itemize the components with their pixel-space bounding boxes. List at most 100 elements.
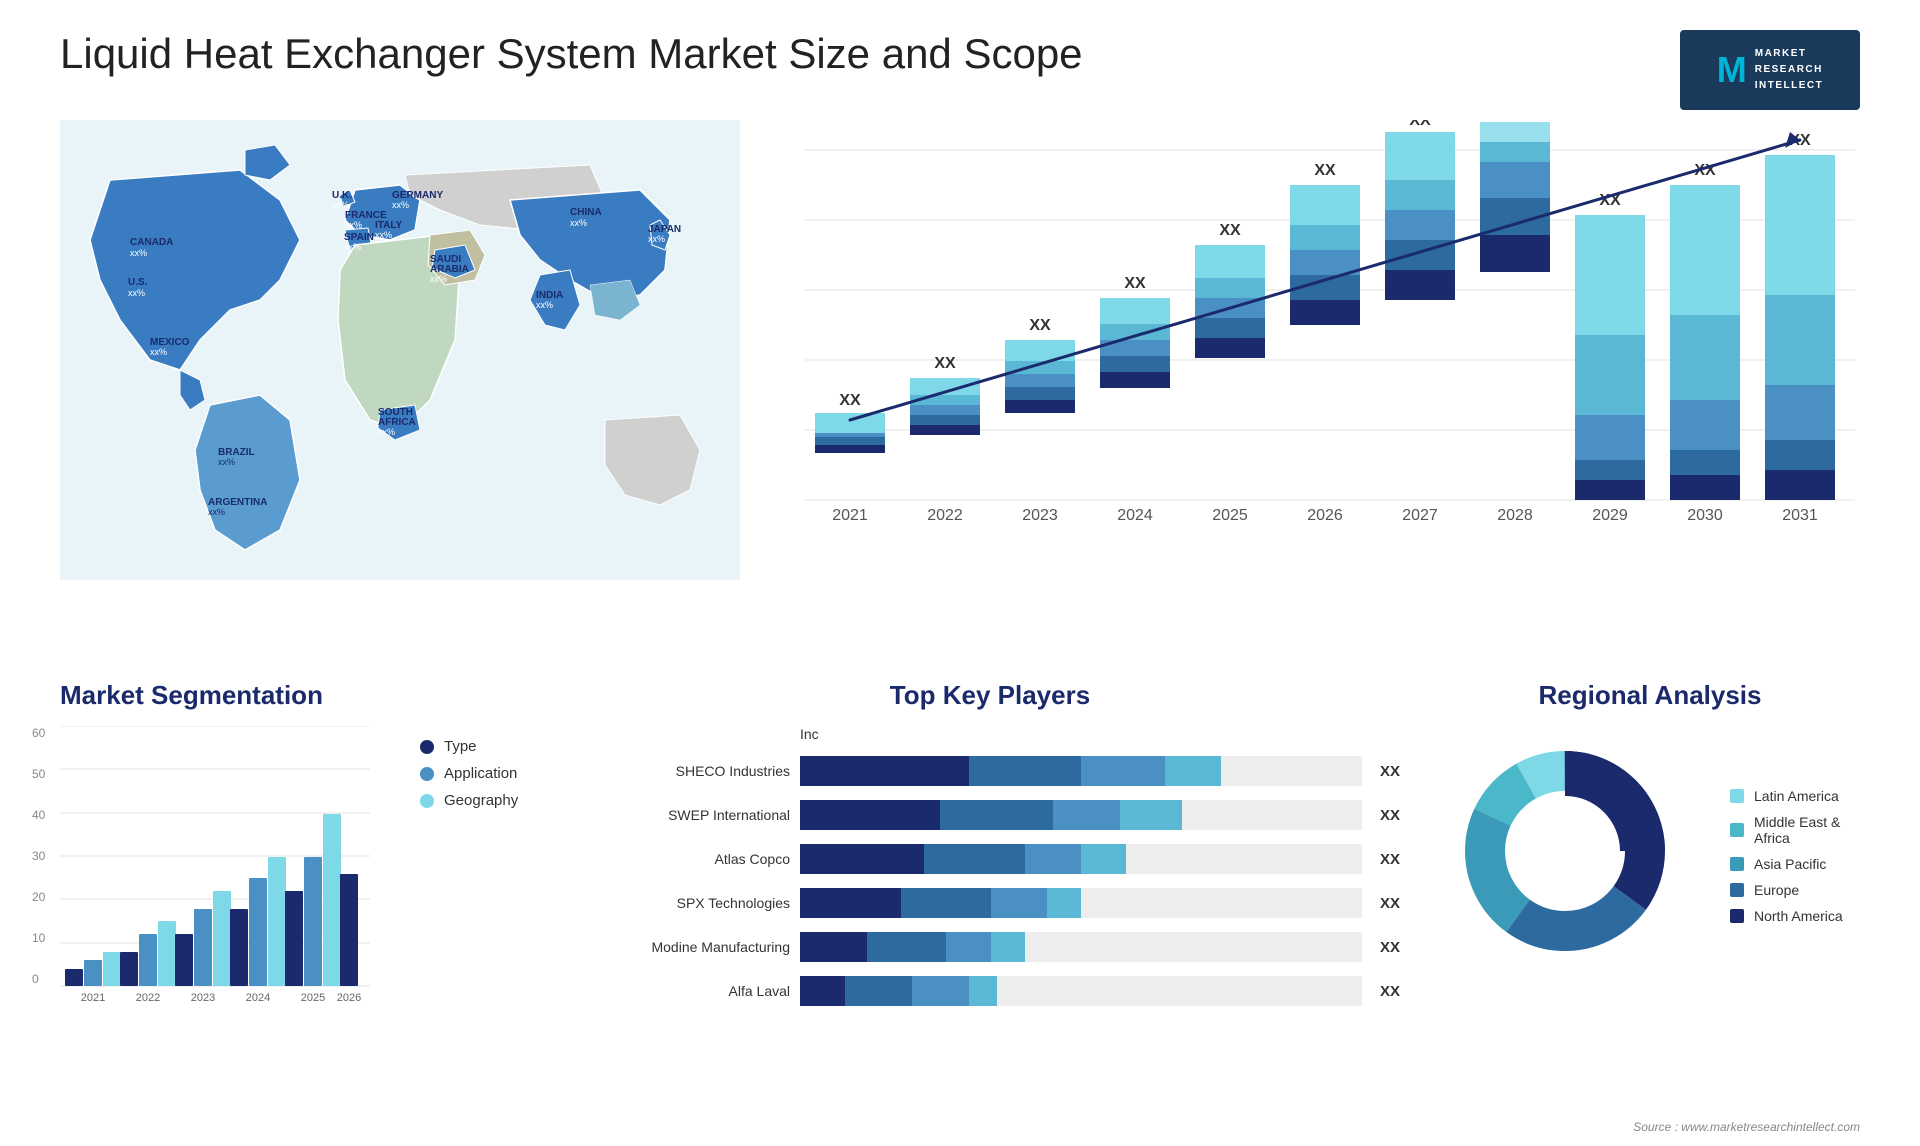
- india-value: xx%: [536, 300, 553, 310]
- svg-text:XX: XX: [934, 355, 956, 372]
- type-label: Type: [444, 738, 477, 755]
- donut-hole: [1510, 796, 1620, 906]
- svg-text:2029: 2029: [1592, 507, 1628, 524]
- sheco-seg3: [1081, 756, 1165, 786]
- legend-mea: Middle East & Africa: [1730, 814, 1860, 846]
- svg-text:2021: 2021: [832, 507, 868, 524]
- modine-name: Modine Manufacturing: [580, 939, 790, 955]
- player-row-atlas: Atlas Copco XX: [580, 844, 1400, 874]
- spain-value: xx%: [344, 242, 361, 252]
- saudi-value: xx%: [430, 274, 447, 284]
- alfa-name: Alfa Laval: [580, 983, 790, 999]
- atlas-seg4: [1081, 844, 1126, 874]
- sheco-seg1: [800, 756, 969, 786]
- svg-text:2024: 2024: [246, 992, 270, 1004]
- svg-text:2025: 2025: [1212, 507, 1248, 524]
- y-label-50: 50: [32, 767, 45, 781]
- regional-legend: Latin America Middle East & Africa Asia …: [1710, 788, 1860, 924]
- svg-text:2022: 2022: [927, 507, 963, 524]
- y-label-60: 60: [32, 726, 45, 740]
- argentina-value: xx%: [208, 507, 225, 517]
- spx-name: SPX Technologies: [580, 895, 790, 911]
- na-label: North America: [1754, 908, 1843, 924]
- alfa-seg2: [845, 976, 912, 1006]
- player-row-modine: Modine Manufacturing XX: [580, 932, 1400, 962]
- y-label-30: 30: [32, 849, 45, 863]
- svg-text:2027: 2027: [1402, 507, 1438, 524]
- bottom-sections: Market Segmentation 60 50 40 30 20 10 0: [0, 660, 1920, 1130]
- modine-seg3: [946, 932, 991, 962]
- modine-seg2: [867, 932, 946, 962]
- legend-geography: Geography: [420, 792, 518, 809]
- legend-europe: Europe: [1730, 882, 1860, 898]
- bar-chart-svg: XX 2021 XX 2022 XX 2023: [800, 120, 1860, 610]
- spx-seg2: [901, 888, 991, 918]
- sheco-bar: [800, 756, 1362, 786]
- swep-name: SWEP International: [580, 807, 790, 823]
- map-section: CANADA xx% U.S. xx% MEXICO xx% BRAZIL xx…: [60, 120, 760, 660]
- application-dot: [420, 767, 434, 781]
- header: Liquid Heat Exchanger System Market Size…: [0, 0, 1920, 120]
- spx-seg3: [991, 888, 1047, 918]
- donut-svg: [1440, 726, 1690, 976]
- alfa-seg1: [800, 976, 845, 1006]
- us-value: xx%: [128, 288, 145, 298]
- europe-label: Europe: [1754, 882, 1799, 898]
- regional-section: Regional Analysis: [1440, 680, 1860, 1110]
- svg-text:2026: 2026: [1307, 507, 1343, 524]
- page-title: Liquid Heat Exchanger System Market Size…: [60, 30, 1083, 78]
- japan-value: xx%: [648, 234, 665, 244]
- player-row-spx: SPX Technologies XX: [580, 888, 1400, 918]
- latam-label: Latin America: [1754, 788, 1839, 804]
- spx-bar: [800, 888, 1362, 918]
- spx-seg4: [1047, 888, 1081, 918]
- logo-m-icon: M: [1717, 49, 1747, 91]
- logo-box: M MARKET RESEARCH INTELLECT: [1680, 30, 1860, 110]
- legend-na: North America: [1730, 908, 1860, 924]
- alfa-bar: [800, 976, 1362, 1006]
- svg-text:2023: 2023: [191, 992, 215, 1004]
- southafrica-value: xx%: [378, 427, 395, 437]
- modine-bar: [800, 932, 1362, 962]
- spx-value: XX: [1380, 895, 1400, 912]
- legend-apac: Asia Pacific: [1730, 856, 1860, 872]
- svg-text:XX: XX: [1219, 222, 1241, 239]
- sheco-seg2: [969, 756, 1081, 786]
- latam-dot: [1730, 789, 1744, 803]
- svg-text:XX: XX: [1409, 120, 1431, 129]
- swep-seg3: [1053, 800, 1120, 830]
- svg-text:XX: XX: [839, 392, 861, 409]
- regional-title: Regional Analysis: [1440, 680, 1860, 711]
- svg-text:XX: XX: [1029, 317, 1051, 334]
- swep-bar: [800, 800, 1362, 830]
- svg-text:2025: 2025: [301, 992, 325, 1004]
- application-label: Application: [444, 765, 517, 782]
- players-section: Top Key Players Inc SHECO Industries XX …: [540, 680, 1440, 1110]
- logo-area: M MARKET RESEARCH INTELLECT: [1680, 30, 1860, 110]
- svg-text:XX: XX: [1314, 162, 1336, 179]
- swep-seg4: [1120, 800, 1182, 830]
- france-value: xx%: [345, 220, 362, 230]
- player-row-swep: SWEP International XX: [580, 800, 1400, 830]
- segmentation-legend: Type Application Geography: [390, 738, 518, 809]
- spx-seg1: [800, 888, 901, 918]
- mea-dot: [1730, 823, 1744, 837]
- chart-section: XX 2021 XX 2022 XX 2023: [760, 120, 1860, 660]
- atlas-seg1: [800, 844, 924, 874]
- legend-application: Application: [420, 765, 518, 782]
- players-title: Top Key Players: [580, 680, 1400, 711]
- swep-seg2: [940, 800, 1052, 830]
- y-label-10: 10: [32, 931, 45, 945]
- sheco-name: SHECO Industries: [580, 763, 790, 779]
- alfa-seg3: [912, 976, 968, 1006]
- brazil-value: xx%: [218, 457, 235, 467]
- sheco-seg4: [1165, 756, 1221, 786]
- atlas-value: XX: [1380, 851, 1400, 868]
- y-label-20: 20: [32, 890, 45, 904]
- y-label-0: 0: [32, 972, 45, 986]
- china-label: CHINA: [570, 207, 602, 218]
- swep-seg1: [800, 800, 940, 830]
- mexico-value: xx%: [150, 347, 167, 357]
- svg-text:2030: 2030: [1687, 507, 1723, 524]
- type-dot: [420, 740, 434, 754]
